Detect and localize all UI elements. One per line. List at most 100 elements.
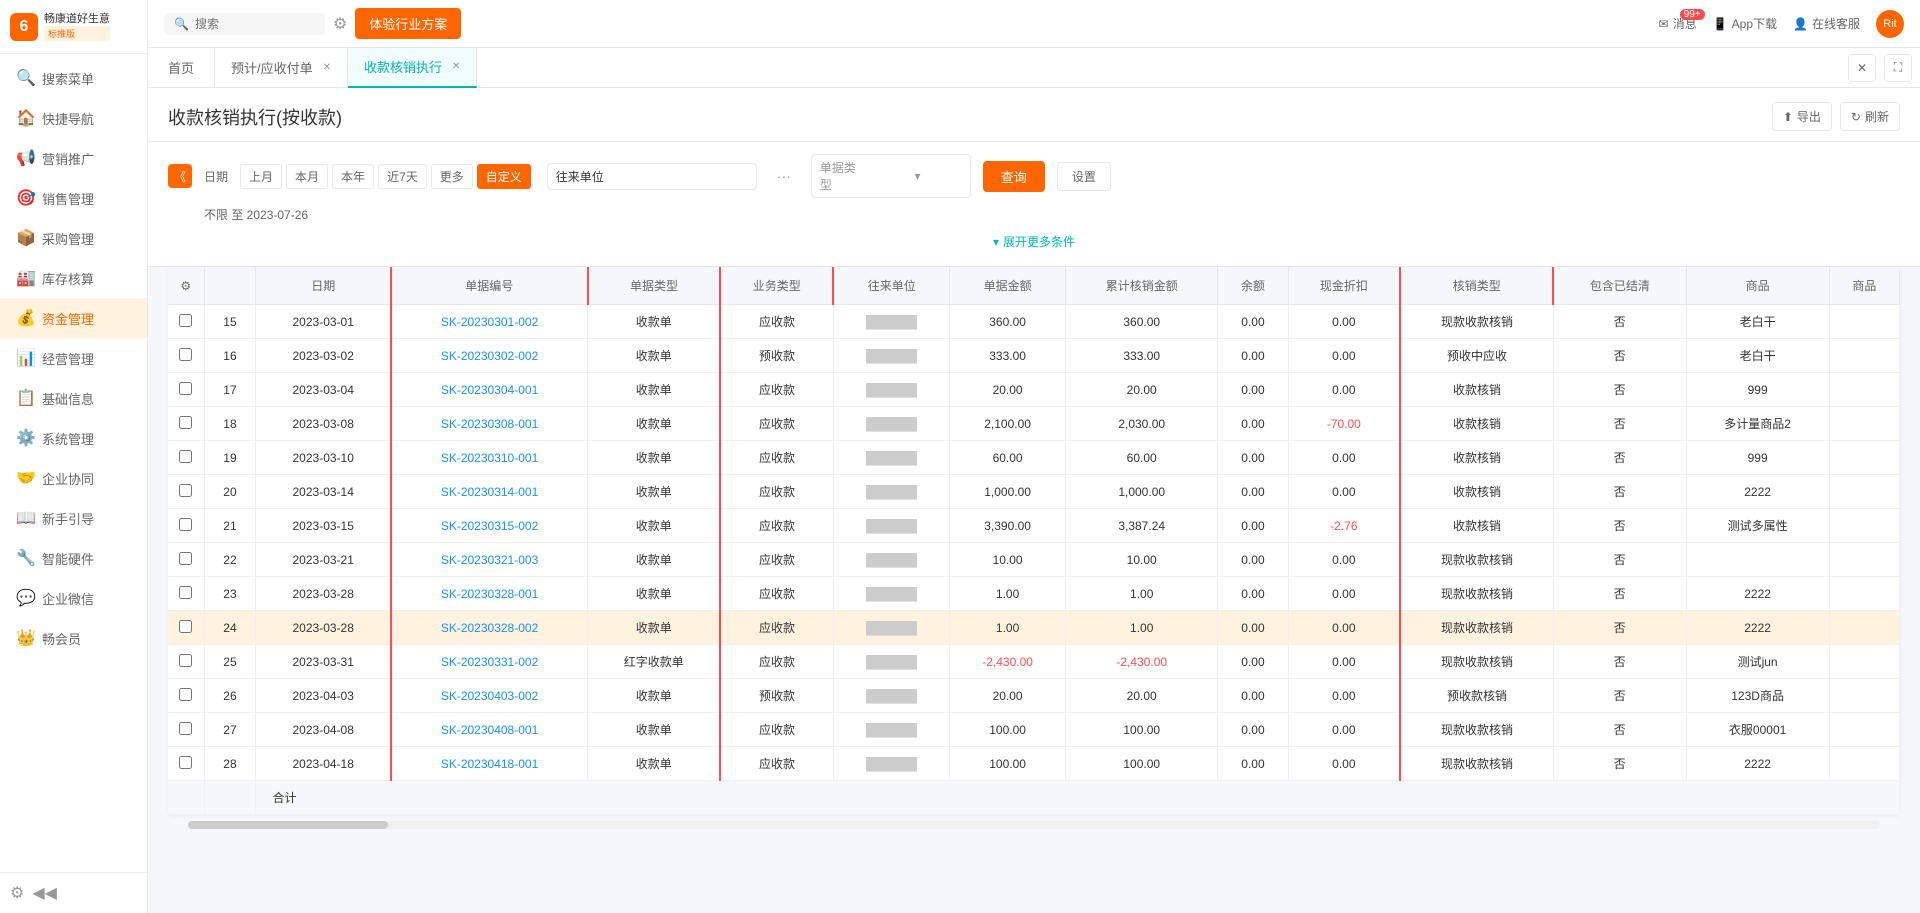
order-no-link[interactable]: SK-20230302-002 (441, 349, 538, 363)
cell-setting[interactable] (168, 679, 204, 713)
header-gear-icon[interactable]: ⚙ (333, 14, 347, 34)
row-checkbox[interactable] (179, 484, 192, 497)
cell-verify-type: 现款收款核销 (1400, 577, 1553, 611)
row-checkbox[interactable] (179, 654, 192, 667)
settings-bottom-icon[interactable]: ⚙ (10, 883, 24, 903)
order-no-link[interactable]: SK-20230408-001 (441, 723, 538, 737)
order-no-link[interactable]: SK-20230328-001 (441, 587, 538, 601)
order-no-link[interactable]: SK-20230418-001 (441, 757, 538, 771)
tab-prepay-close-icon[interactable]: ✕ (323, 62, 331, 73)
sidebar-item-basic[interactable]: 📋 基础信息 (0, 378, 147, 418)
date-this-month-btn[interactable]: 本月 (286, 164, 328, 189)
cell-setting[interactable] (168, 407, 204, 441)
order-no-link[interactable]: SK-20230314-001 (441, 485, 538, 499)
filter-dots: ··· (769, 168, 799, 184)
scrollbar-thumb[interactable] (188, 821, 388, 829)
order-no-link[interactable]: SK-20230315-002 (441, 519, 538, 533)
order-no-link[interactable]: SK-20230308-001 (441, 417, 538, 431)
order-no-link[interactable]: SK-20230321-003 (441, 553, 538, 567)
row-checkbox[interactable] (179, 688, 192, 701)
filter-collapse-btn[interactable]: 《 (168, 164, 192, 188)
messages-btn[interactable]: ✉ 消息 99+ (1659, 15, 1697, 32)
row-checkbox[interactable] (179, 416, 192, 429)
cell-setting[interactable] (168, 305, 204, 339)
cell-setting[interactable] (168, 645, 204, 679)
tab-home[interactable]: 首页 (148, 48, 215, 88)
order-no-link[interactable]: SK-20230403-002 (441, 689, 538, 703)
collapse-icon[interactable]: ◀◀ (32, 883, 57, 903)
online-service-btn[interactable]: 👤 在线客服 (1793, 15, 1860, 32)
sidebar-item-member[interactable]: 👑 畅会员 (0, 618, 147, 658)
sidebar-item-smarthw[interactable]: 🔧 智能硬件 (0, 538, 147, 578)
refresh-btn[interactable]: ↻ 刷新 (1840, 102, 1900, 131)
sidebar-item-fund[interactable]: 💰 资金管理 (0, 298, 147, 338)
cell-setting[interactable] (168, 441, 204, 475)
row-checkbox[interactable] (179, 382, 192, 395)
sidebar-item-marketing[interactable]: 📢 营销推广 (0, 138, 147, 178)
tab-verify-close-icon[interactable]: ✕ (452, 61, 460, 72)
date-7days-btn[interactable]: 近7天 (378, 164, 427, 189)
row-checkbox[interactable] (179, 722, 192, 735)
cell-amount: 2,100.00 (950, 407, 1066, 441)
row-checkbox[interactable] (179, 586, 192, 599)
th-setting[interactable]: ⚙ (168, 267, 204, 305)
partner-filter[interactable]: 往来单位 (547, 163, 757, 190)
order-no-link[interactable]: SK-20230328-002 (441, 621, 538, 635)
sidebar-item-quicknav[interactable]: 🏠 快捷导航 (0, 98, 147, 138)
row-checkbox[interactable] (179, 314, 192, 327)
order-no-link[interactable]: SK-20230331-002 (441, 655, 538, 669)
date-this-year-btn[interactable]: 本年 (332, 164, 374, 189)
sidebar-item-enterprise[interactable]: 🤝 企业协同 (0, 458, 147, 498)
row-checkbox[interactable] (179, 450, 192, 463)
sidebar-item-wechat[interactable]: 💬 企业微信 (0, 578, 147, 618)
date-last-month-btn[interactable]: 上月 (240, 164, 282, 189)
cell-setting[interactable] (168, 373, 204, 407)
tab-close-all-btn[interactable]: ✕ (1848, 54, 1876, 82)
user-avatar[interactable]: Rit (1876, 10, 1904, 38)
sidebar-item-guide[interactable]: 📖 新手引导 (0, 498, 147, 538)
sidebar-item-inventory[interactable]: 🏭 库存核算 (0, 258, 147, 298)
cell-setting[interactable] (168, 509, 204, 543)
tab-verify-execute[interactable]: 收款核销执行 ✕ (348, 48, 477, 88)
row-checkbox[interactable] (179, 620, 192, 633)
expand-more-btn[interactable]: ▾ 展开更多条件 (981, 229, 1087, 254)
cell-setting[interactable] (168, 747, 204, 781)
tab-prepay-order[interactable]: 预计/应收付单 ✕ (215, 48, 348, 88)
order-no-link[interactable]: SK-20230301-002 (441, 315, 538, 329)
receipt-type-filter[interactable]: 单据类型 ▾ (811, 154, 971, 198)
sidebar-item-search[interactable]: 🔍 搜索菜单 (0, 58, 147, 98)
cell-setting[interactable] (168, 475, 204, 509)
header-search-input[interactable] (195, 17, 315, 31)
order-no-link[interactable]: SK-20230310-001 (441, 451, 538, 465)
cell-setting[interactable] (168, 339, 204, 373)
query-btn[interactable]: 查询 (983, 161, 1045, 192)
scrollbar-area[interactable] (188, 821, 1880, 829)
row-checkbox[interactable] (179, 518, 192, 531)
export-btn[interactable]: ⬆ 导出 (1772, 102, 1832, 131)
industry-btn[interactable]: 体验行业方案 (355, 8, 461, 39)
header-search-box[interactable]: 🔍 (164, 13, 325, 35)
order-no-link[interactable]: SK-20230304-001 (441, 383, 538, 397)
row-checkbox[interactable] (179, 756, 192, 769)
sidebar-item-basic-label: 基础信息 (42, 389, 94, 408)
partner-filter-input[interactable] (608, 169, 748, 183)
sidebar-item-purchase[interactable]: 📦 采购管理 (0, 218, 147, 258)
date-custom-btn[interactable]: 自定义 (477, 164, 531, 189)
tab-expand-btn[interactable]: ⛶ (1884, 54, 1912, 82)
sidebar-item-sales[interactable]: 🎯 销售管理 (0, 178, 147, 218)
row-checkbox[interactable] (179, 348, 192, 361)
sidebar-item-operations[interactable]: 📊 经营管理 (0, 338, 147, 378)
marketing-icon: 📢 (16, 148, 34, 168)
setting-btn[interactable]: 设置 (1057, 162, 1111, 191)
sidebar-item-sys[interactable]: ⚙️ 系统管理 (0, 418, 147, 458)
th-balance: 余额 (1218, 267, 1288, 305)
cell-setting[interactable] (168, 713, 204, 747)
cell-setting[interactable] (168, 611, 204, 645)
date-more-btn[interactable]: 更多 (431, 164, 473, 189)
row-checkbox[interactable] (179, 552, 192, 565)
cell-order-no: SK-20230328-001 (391, 577, 588, 611)
cell-biz-type: 应收款 (720, 509, 833, 543)
cell-setting[interactable] (168, 577, 204, 611)
cell-setting[interactable] (168, 543, 204, 577)
app-download-btn[interactable]: 📱 App下载 (1713, 15, 1777, 32)
